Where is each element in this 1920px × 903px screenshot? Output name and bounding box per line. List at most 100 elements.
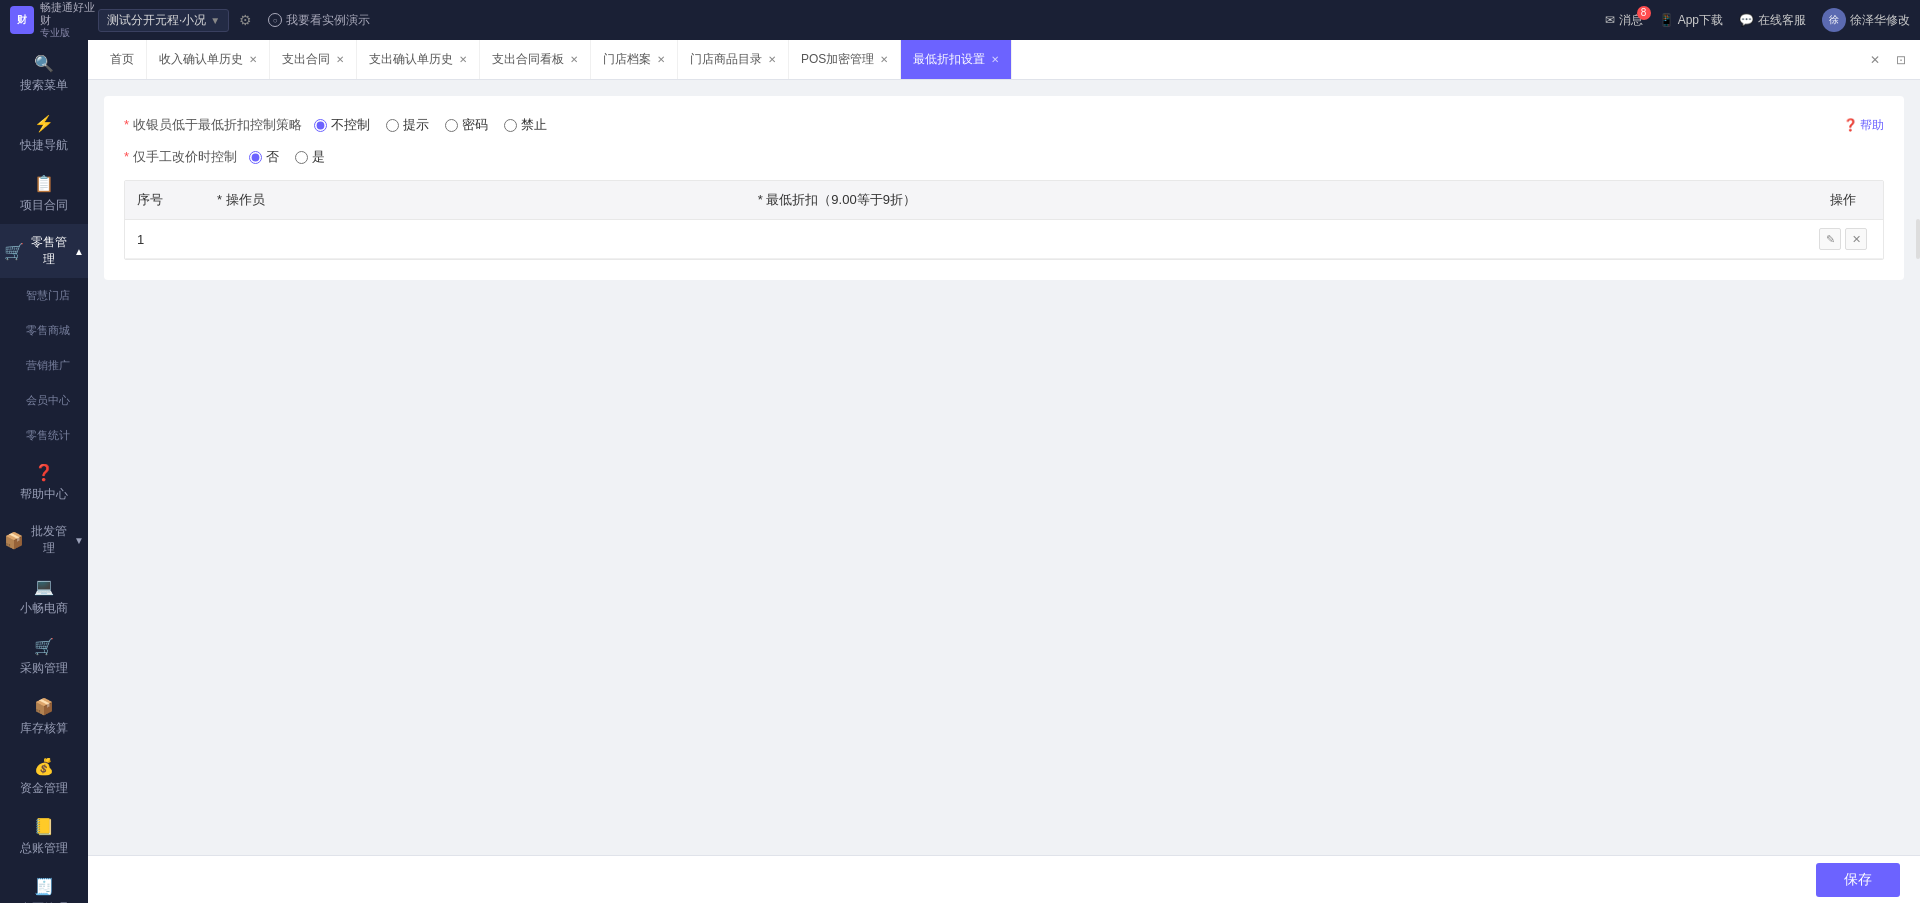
tab-close-payment-confirm[interactable]: ✕ bbox=[459, 54, 467, 65]
invoice-icon: 🧾 bbox=[34, 877, 54, 896]
sidebar-item-ledger[interactable]: 📒 总账管理 bbox=[0, 807, 88, 867]
retail-icon: 🛒 bbox=[4, 242, 24, 261]
message-icon: ✉ bbox=[1605, 13, 1615, 27]
demo-link[interactable]: ○ 我要看实例演示 bbox=[268, 12, 370, 29]
sidebar: 🔍 搜索菜单 ⚡ 快捷导航 📋 项目合同 🛒 零售管理 ▲ 智慧门店 零售商城 … bbox=[0, 40, 88, 903]
delete-row-button[interactable]: ✕ bbox=[1845, 228, 1867, 250]
tab-payment-confirm[interactable]: 支出确认单历史 ✕ bbox=[357, 40, 480, 80]
sidebar-item-wholesale[interactable]: 📦 批发管理 ▼ bbox=[0, 513, 88, 567]
sidebar-item-smart-store[interactable]: 智慧门店 bbox=[0, 278, 88, 313]
sidebar-item-shortcut[interactable]: ⚡ 快捷导航 bbox=[0, 104, 88, 164]
app-download-button[interactable]: 📱 App下载 bbox=[1659, 12, 1723, 29]
edit-row-button[interactable]: ✎ bbox=[1819, 228, 1841, 250]
required-star: * bbox=[124, 117, 133, 132]
tab-store-products[interactable]: 门店商品目录 ✕ bbox=[678, 40, 789, 80]
tab-min-discount[interactable]: 最低折扣设置 ✕ bbox=[901, 40, 1012, 80]
sidebar-item-retail[interactable]: 🛒 零售管理 ▲ bbox=[0, 224, 88, 278]
logo-icon: 财 bbox=[10, 6, 34, 34]
radio-password-input[interactable] bbox=[445, 119, 458, 132]
tab-close-income-confirm[interactable]: ✕ bbox=[249, 54, 257, 65]
sidebar-item-marketing[interactable]: 营销推广 bbox=[0, 348, 88, 383]
sidebar-item-member[interactable]: 会员中心 bbox=[0, 383, 88, 418]
tab-income-confirm[interactable]: 收入确认单历史 ✕ bbox=[147, 40, 270, 80]
chevron-down-icon: ▼ bbox=[74, 535, 84, 546]
page-content: * 收银员低于最低折扣控制策略 不控制 提示 密码 bbox=[88, 80, 1920, 855]
help-icon: ❓ bbox=[1843, 118, 1858, 132]
settings-button[interactable]: ⚙ bbox=[239, 12, 252, 28]
form-row-2: * 仅手工改价时控制 否 是 bbox=[124, 148, 1884, 166]
save-button[interactable]: 保存 bbox=[1816, 863, 1900, 897]
required-star2: * bbox=[124, 149, 133, 164]
sidebar-item-purchase[interactable]: 🛒 采购管理 bbox=[0, 627, 88, 687]
th-discount: * 最低折扣（9.00等于9折） bbox=[746, 181, 1803, 219]
search-icon: 🔍 bbox=[34, 54, 54, 73]
sidebar-item-help[interactable]: ❓ 帮助中心 bbox=[0, 453, 88, 513]
radio-no[interactable]: 否 bbox=[249, 148, 279, 166]
sidebar-item-capital[interactable]: 💰 资金管理 bbox=[0, 747, 88, 807]
tab-payment-board[interactable]: 支出合同看板 ✕ bbox=[480, 40, 591, 80]
tab-home[interactable]: 首页 bbox=[98, 40, 147, 80]
field2-label: * 仅手工改价时控制 bbox=[124, 148, 237, 166]
table-header: 序号 * 操作员 * 最低折扣（9.00等于9折） 操作 bbox=[125, 181, 1883, 220]
online-service-button[interactable]: 💬 在线客服 bbox=[1739, 12, 1806, 29]
logo-text: 畅捷通好业财 专业版 bbox=[40, 1, 98, 39]
radio-password[interactable]: 密码 bbox=[445, 116, 488, 134]
sidebar-item-ecom[interactable]: 💻 小畅电商 bbox=[0, 567, 88, 627]
message-button[interactable]: ✉ 消息 8 bbox=[1605, 12, 1643, 29]
radio-no-input[interactable] bbox=[249, 151, 262, 164]
sidebar-item-retail-stats[interactable]: 零售统计 bbox=[0, 418, 88, 453]
bottom-bar: 保存 bbox=[88, 855, 1920, 903]
th-seq: 序号 bbox=[125, 181, 205, 219]
radio-yes[interactable]: 是 bbox=[295, 148, 325, 166]
radio-hint[interactable]: 提示 bbox=[386, 116, 429, 134]
td-seq: 1 bbox=[125, 224, 205, 255]
tab-store-file[interactable]: 门店档案 ✕ bbox=[591, 40, 678, 80]
td-discount bbox=[746, 231, 1803, 247]
circle-icon: ○ bbox=[268, 13, 282, 27]
discount-table: 序号 * 操作员 * 最低折扣（9.00等于9折） 操作 bbox=[124, 180, 1884, 260]
tab-close-payment-board[interactable]: ✕ bbox=[570, 54, 578, 65]
tab-bar: 首页 收入确认单历史 ✕ 支出合同 ✕ 支出确认单历史 ✕ 支出合同看板 ✕ 门… bbox=[88, 40, 1920, 80]
radio-nocontrol[interactable]: 不控制 bbox=[314, 116, 370, 134]
help-link[interactable]: ❓ 帮助 bbox=[1843, 117, 1884, 134]
expand-tab-button[interactable]: ⊡ bbox=[1892, 51, 1910, 69]
td-operator bbox=[205, 231, 746, 247]
chevron-down-icon: ▼ bbox=[210, 15, 220, 26]
tab-payment-contract[interactable]: 支出合同 ✕ bbox=[270, 40, 357, 80]
close-tab-button[interactable]: ✕ bbox=[1866, 51, 1884, 69]
sidebar-item-invoice[interactable]: 🧾 发票管理 bbox=[0, 867, 88, 903]
tab-close-store-file[interactable]: ✕ bbox=[657, 54, 665, 65]
field1-label: * 收银员低于最低折扣控制策略 bbox=[124, 116, 302, 134]
sidebar-item-inventory[interactable]: 📦 库存核算 bbox=[0, 687, 88, 747]
radio-forbid-input[interactable] bbox=[504, 119, 517, 132]
main-layout: 🔍 搜索菜单 ⚡ 快捷导航 📋 项目合同 🛒 零售管理 ▲ 智慧门店 零售商城 … bbox=[0, 40, 1920, 903]
tab-close-store-products[interactable]: ✕ bbox=[768, 54, 776, 65]
th-operator: * 操作员 bbox=[205, 181, 746, 219]
help-icon: ❓ bbox=[34, 463, 54, 482]
purchase-icon: 🛒 bbox=[34, 637, 54, 656]
sidebar-item-online-store[interactable]: 零售商城 bbox=[0, 313, 88, 348]
td-actions: ✎ ✕ bbox=[1803, 220, 1883, 258]
top-bar: 财 畅捷通好业财 专业版 测试分开元程·小况 ▼ ⚙ ○ 我要看实例演示 ✉ 消… bbox=[0, 0, 1920, 40]
user-profile-button[interactable]: 徐 徐泽华修改 bbox=[1822, 8, 1910, 32]
tab-pos-password[interactable]: POS加密管理 ✕ bbox=[789, 40, 901, 80]
table-row: 1 ✎ ✕ bbox=[125, 220, 1883, 259]
ecom-icon: 💻 bbox=[34, 577, 54, 596]
radio-nocontrol-input[interactable] bbox=[314, 119, 327, 132]
sidebar-item-search[interactable]: 🔍 搜索菜单 bbox=[0, 44, 88, 104]
form-row-1: * 收银员低于最低折扣控制策略 不控制 提示 密码 bbox=[124, 116, 1884, 134]
capital-icon: 💰 bbox=[34, 757, 54, 776]
chevron-up-icon: ▲ bbox=[74, 246, 84, 257]
service-icon: 💬 bbox=[1739, 13, 1754, 27]
radio-forbid[interactable]: 禁止 bbox=[504, 116, 547, 134]
tab-close-pos-password[interactable]: ✕ bbox=[880, 54, 888, 65]
radio-hint-input[interactable] bbox=[386, 119, 399, 132]
top-bar-right: ✉ 消息 8 📱 App下载 💬 在线客服 徐 徐泽华修改 bbox=[1605, 8, 1910, 32]
tab-bar-actions: ✕ ⊡ bbox=[1866, 51, 1910, 69]
sidebar-item-project[interactable]: 📋 项目合同 bbox=[0, 164, 88, 224]
radio-yes-input[interactable] bbox=[295, 151, 308, 164]
env-selector[interactable]: 测试分开元程·小况 ▼ bbox=[98, 9, 229, 32]
project-icon: 📋 bbox=[34, 174, 54, 193]
tab-close-min-discount[interactable]: ✕ bbox=[991, 54, 999, 65]
tab-close-payment-contract[interactable]: ✕ bbox=[336, 54, 344, 65]
